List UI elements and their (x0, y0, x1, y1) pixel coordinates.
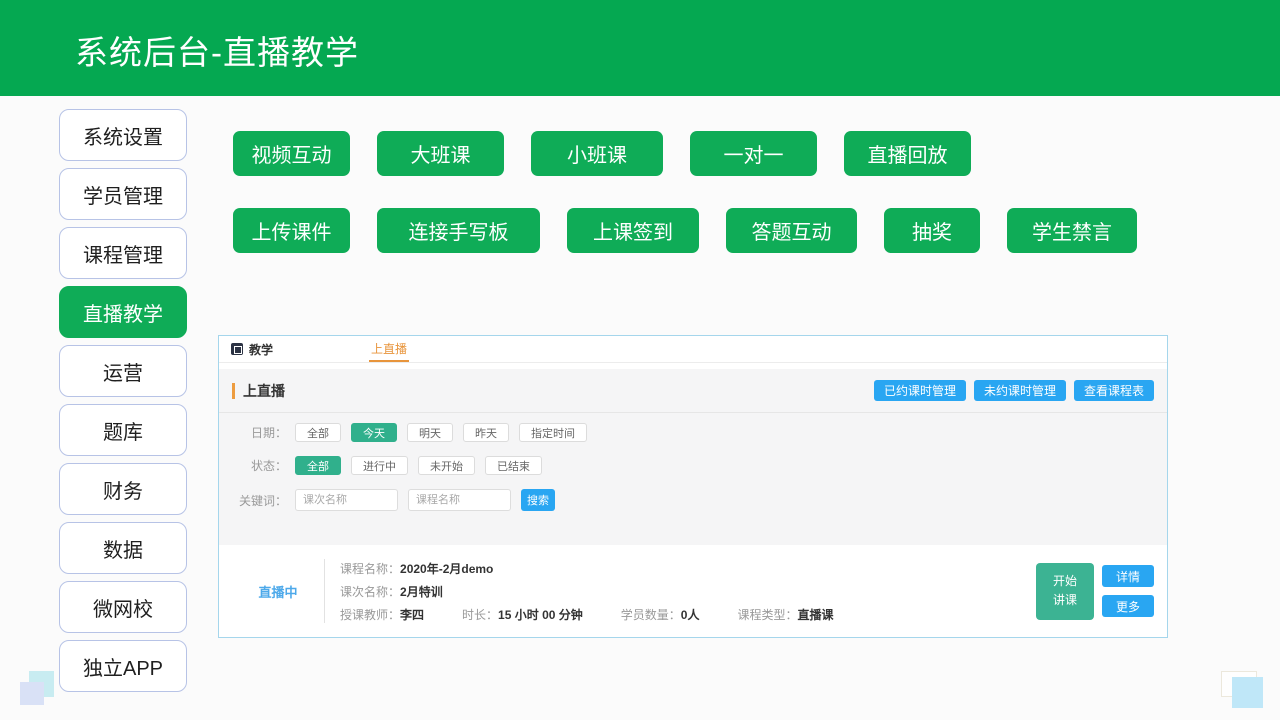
view-schedule-button[interactable]: 查看课程表 (1074, 380, 1154, 401)
duration-value: 15 小时 00 分钟 (498, 606, 583, 623)
sidebar: 系统设置 学员管理 课程管理 直播教学 运营 题库 财务 数据 微网校 独立AP… (59, 109, 187, 692)
date-option-all[interactable]: 全部 (295, 423, 341, 442)
detail-button[interactable]: 详情 (1102, 565, 1154, 587)
feature-video-interaction[interactable]: 视频互动 (233, 131, 350, 176)
status-option-not-started[interactable]: 未开始 (418, 456, 475, 475)
session-meta-line: 授课教师： 李四 时长： 15 小时 00 分钟 学员数量： 0人 课程类型： … (340, 606, 1036, 623)
booked-hours-button[interactable]: 已约课时管理 (874, 380, 966, 401)
feature-row-2: 上传课件 连接手写板 上课签到 答题互动 抽奖 学生禁言 (233, 208, 1193, 253)
top-banner: 系统后台-直播教学 (0, 0, 1280, 96)
feature-connect-tablet[interactable]: 连接手写板 (377, 208, 540, 253)
lesson-name-label: 课次名称： (340, 583, 400, 600)
course-name-line: 课程名称： 2020年-2月demo (340, 560, 1036, 577)
filters: 日期： 全部 今天 明天 昨天 指定时间 状态： 全部 进行中 未开始 已结束 … (219, 413, 1167, 511)
sidebar-item-live-teaching[interactable]: 直播教学 (59, 286, 187, 338)
live-session-row: 直播中 课程名称： 2020年-2月demo 课次名称： 2月特训 授课教师： … (219, 545, 1167, 637)
filter-keyword-label: 关键词： (232, 492, 287, 509)
sidebar-item-student-management[interactable]: 学员管理 (59, 168, 187, 220)
sidebar-item-course-management[interactable]: 课程管理 (59, 227, 187, 279)
date-option-custom[interactable]: 指定时间 (519, 423, 587, 442)
filter-status-row: 状态： 全部 进行中 未开始 已结束 (232, 456, 1154, 475)
course-name-value: 2020年-2月demo (400, 560, 493, 577)
duration-label: 时长： (462, 606, 498, 623)
sidebar-item-micro-school[interactable]: 微网校 (59, 581, 187, 633)
sidebar-item-data[interactable]: 数据 (59, 522, 187, 574)
status-option-ended[interactable]: 已结束 (485, 456, 542, 475)
filter-status-label: 状态： (232, 457, 287, 474)
filter-date-label: 日期： (232, 424, 287, 441)
sidebar-item-system-settings[interactable]: 系统设置 (59, 109, 187, 161)
app-icon (231, 343, 243, 355)
lesson-name-input[interactable] (295, 489, 398, 511)
date-option-tomorrow[interactable]: 明天 (407, 423, 453, 442)
feature-lottery[interactable]: 抽奖 (884, 208, 980, 253)
feature-class-signin[interactable]: 上课签到 (567, 208, 699, 253)
feature-student-mute[interactable]: 学生禁言 (1007, 208, 1137, 253)
lesson-name-line: 课次名称： 2月特训 (340, 583, 1036, 600)
breadcrumb-label: 教学 (249, 341, 273, 358)
secondary-actions: 详情 更多 (1102, 565, 1154, 617)
tab-go-live[interactable]: 上直播 (369, 336, 409, 362)
more-button[interactable]: 更多 (1102, 595, 1154, 617)
status-option-all[interactable]: 全部 (295, 456, 341, 475)
students-pair: 学员数量： 0人 (621, 606, 700, 623)
breadcrumb: 教学 (231, 336, 273, 362)
sidebar-item-standalone-app[interactable]: 独立APP (59, 640, 187, 692)
sidebar-item-question-bank[interactable]: 题库 (59, 404, 187, 456)
course-name-input[interactable] (408, 489, 511, 511)
feature-large-class[interactable]: 大班课 (377, 131, 504, 176)
row-actions: 开始讲课 详情 更多 (1036, 563, 1154, 620)
session-details: 课程名称： 2020年-2月demo 课次名称： 2月特训 授课教师： 李四 时… (340, 554, 1036, 629)
start-teaching-button[interactable]: 开始讲课 (1036, 563, 1094, 620)
section-title: 上直播 (232, 383, 285, 399)
feature-one-on-one[interactable]: 一对一 (690, 131, 817, 176)
section-actions: 已约课时管理 未约课时管理 查看课程表 (874, 380, 1154, 401)
status-option-ongoing[interactable]: 进行中 (351, 456, 408, 475)
unbooked-hours-button[interactable]: 未约课时管理 (974, 380, 1066, 401)
panel-filter-area: 上直播 已约课时管理 未约课时管理 查看课程表 日期： 全部 今天 明天 昨天 … (219, 369, 1167, 545)
admin-panel: 教学 上直播 上直播 已约课时管理 未约课时管理 查看课程表 日期： 全部 今天… (218, 335, 1168, 638)
duration-pair: 时长： 15 小时 00 分钟 (462, 606, 583, 623)
course-type-value: 直播课 (797, 606, 833, 623)
feature-upload-courseware[interactable]: 上传课件 (233, 208, 350, 253)
sidebar-item-finance[interactable]: 财务 (59, 463, 187, 515)
row-divider (324, 559, 325, 623)
page-title: 系统后台-直播教学 (75, 26, 359, 74)
date-option-yesterday[interactable]: 昨天 (463, 423, 509, 442)
course-type-pair: 课程类型： 直播课 (737, 606, 833, 623)
sidebar-item-operations[interactable]: 运营 (59, 345, 187, 397)
live-status-badge: 直播中 (232, 582, 324, 601)
students-value: 0人 (681, 606, 700, 623)
teacher-pair: 授课教师： 李四 (340, 606, 424, 623)
filter-date-row: 日期： 全部 今天 明天 昨天 指定时间 (232, 423, 1154, 442)
date-option-today[interactable]: 今天 (351, 423, 397, 442)
lesson-name-value: 2月特训 (400, 583, 443, 600)
panel-tabbar: 教学 上直播 (219, 336, 1167, 363)
section-title-row: 上直播 已约课时管理 未约课时管理 查看课程表 (219, 369, 1167, 413)
feature-small-class[interactable]: 小班课 (531, 131, 663, 176)
students-label: 学员数量： (621, 606, 681, 623)
feature-buttons: 视频互动 大班课 小班课 一对一 直播回放 上传课件 连接手写板 上课签到 答题… (233, 131, 1193, 253)
search-button[interactable]: 搜索 (521, 489, 555, 511)
feature-quiz-interaction[interactable]: 答题互动 (726, 208, 857, 253)
teacher-value: 李四 (400, 606, 424, 623)
decor-square-lavender-left (20, 682, 44, 705)
decor-square-cyan-right (1232, 677, 1263, 708)
course-type-label: 课程类型： (737, 606, 797, 623)
course-name-label: 课程名称： (340, 560, 400, 577)
feature-row-1: 视频互动 大班课 小班课 一对一 直播回放 (233, 131, 1193, 176)
filter-keyword-row: 关键词： 搜索 (232, 489, 1154, 511)
feature-live-replay[interactable]: 直播回放 (844, 131, 971, 176)
teacher-label: 授课教师： (340, 606, 400, 623)
page: 系统后台-直播教学 系统设置 学员管理 课程管理 直播教学 运营 题库 财务 数… (0, 0, 1280, 720)
